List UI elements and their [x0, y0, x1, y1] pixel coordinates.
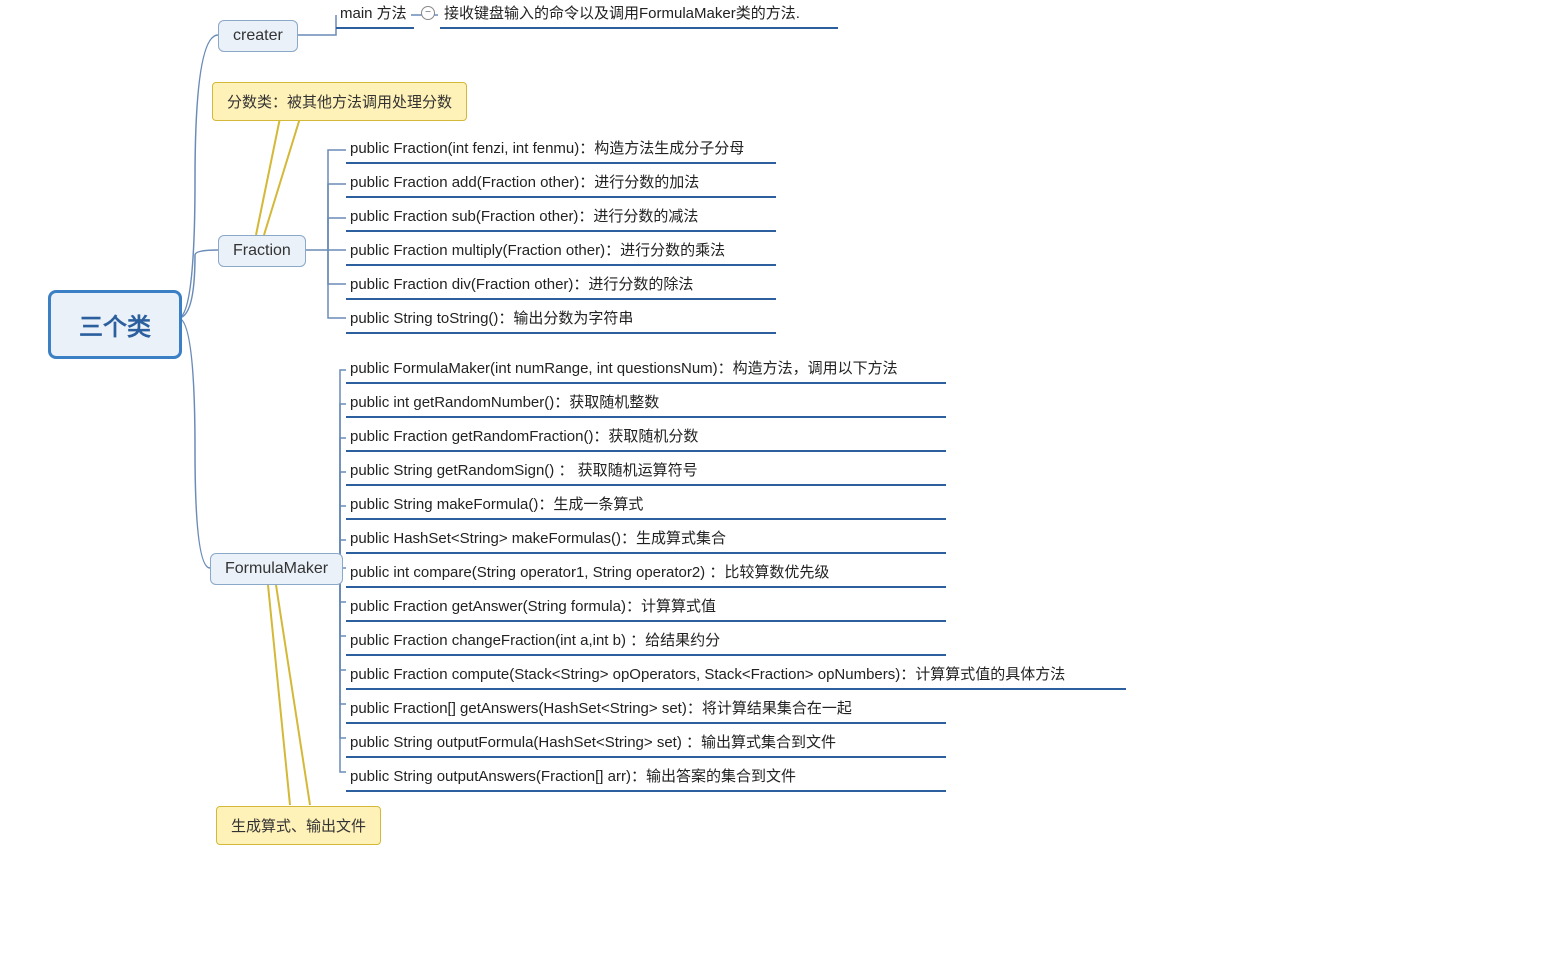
note-formulamaker[interactable]: 生成算式、输出文件 — [216, 806, 381, 845]
formulamaker-method[interactable]: public int getRandomNumber()：获取随机整数 — [346, 389, 946, 418]
formulamaker-method[interactable]: public Fraction[] getAnswers(HashSet<Str… — [346, 695, 946, 724]
creater-main-desc[interactable]: 接收键盘输入的命令以及调用FormulaMaker类的方法. — [440, 0, 838, 29]
fraction-method[interactable]: public Fraction div(Fraction other)：进行分数… — [346, 271, 776, 300]
formulamaker-method[interactable]: public Fraction getRandomFraction()：获取随机… — [346, 423, 946, 452]
class-node-creater[interactable]: creater — [218, 20, 298, 52]
note-text: 生成算式、输出文件 — [231, 818, 366, 835]
formulamaker-method[interactable]: public Fraction compute(Stack<String> op… — [346, 661, 1126, 690]
fraction-method[interactable]: public String toString()：输出分数为字符串 — [346, 305, 776, 334]
formulamaker-method[interactable]: public String outputFormula(HashSet<Stri… — [346, 729, 946, 758]
class-node-formulamaker[interactable]: FormulaMaker — [210, 553, 343, 585]
fraction-method[interactable]: public Fraction multiply(Fraction other)… — [346, 237, 776, 266]
class-label: FormulaMaker — [225, 560, 328, 577]
formulamaker-method[interactable]: public Fraction getAnswer(String formula… — [346, 593, 946, 622]
class-label: creater — [233, 27, 283, 44]
fraction-method[interactable]: public Fraction sub(Fraction other)：进行分数… — [346, 203, 776, 232]
fraction-method[interactable]: public Fraction(int fenzi, int fenmu)：构造… — [346, 135, 776, 164]
formulamaker-method[interactable]: public FormulaMaker(int numRange, int qu… — [346, 355, 946, 384]
formulamaker-method[interactable]: public String makeFormula()：生成一条算式 — [346, 491, 946, 520]
note-text: 分数类：被其他方法调用处理分数 — [227, 94, 452, 111]
formulamaker-method[interactable]: public String outputAnswers(Fraction[] a… — [346, 763, 946, 792]
formulamaker-method[interactable]: public Fraction changeFraction(int a,int… — [346, 627, 946, 656]
note-fraction[interactable]: 分数类：被其他方法调用处理分数 — [212, 82, 467, 121]
root-label: 三个类 — [79, 314, 151, 341]
class-node-fraction[interactable]: Fraction — [218, 235, 306, 267]
root-node[interactable]: 三个类 — [48, 290, 182, 359]
formulamaker-method[interactable]: public HashSet<String> makeFormulas()：生成… — [346, 525, 946, 554]
formulamaker-method[interactable]: public String getRandomSign() ： 获取随机运算符号 — [346, 457, 946, 486]
fraction-method[interactable]: public Fraction add(Fraction other)：进行分数… — [346, 169, 776, 198]
formulamaker-method[interactable]: public int compare(String operator1, Str… — [346, 559, 946, 588]
class-label: Fraction — [233, 242, 291, 259]
collapse-icon[interactable]: − — [421, 6, 435, 20]
creater-main-label[interactable]: main 方法 — [336, 0, 414, 29]
